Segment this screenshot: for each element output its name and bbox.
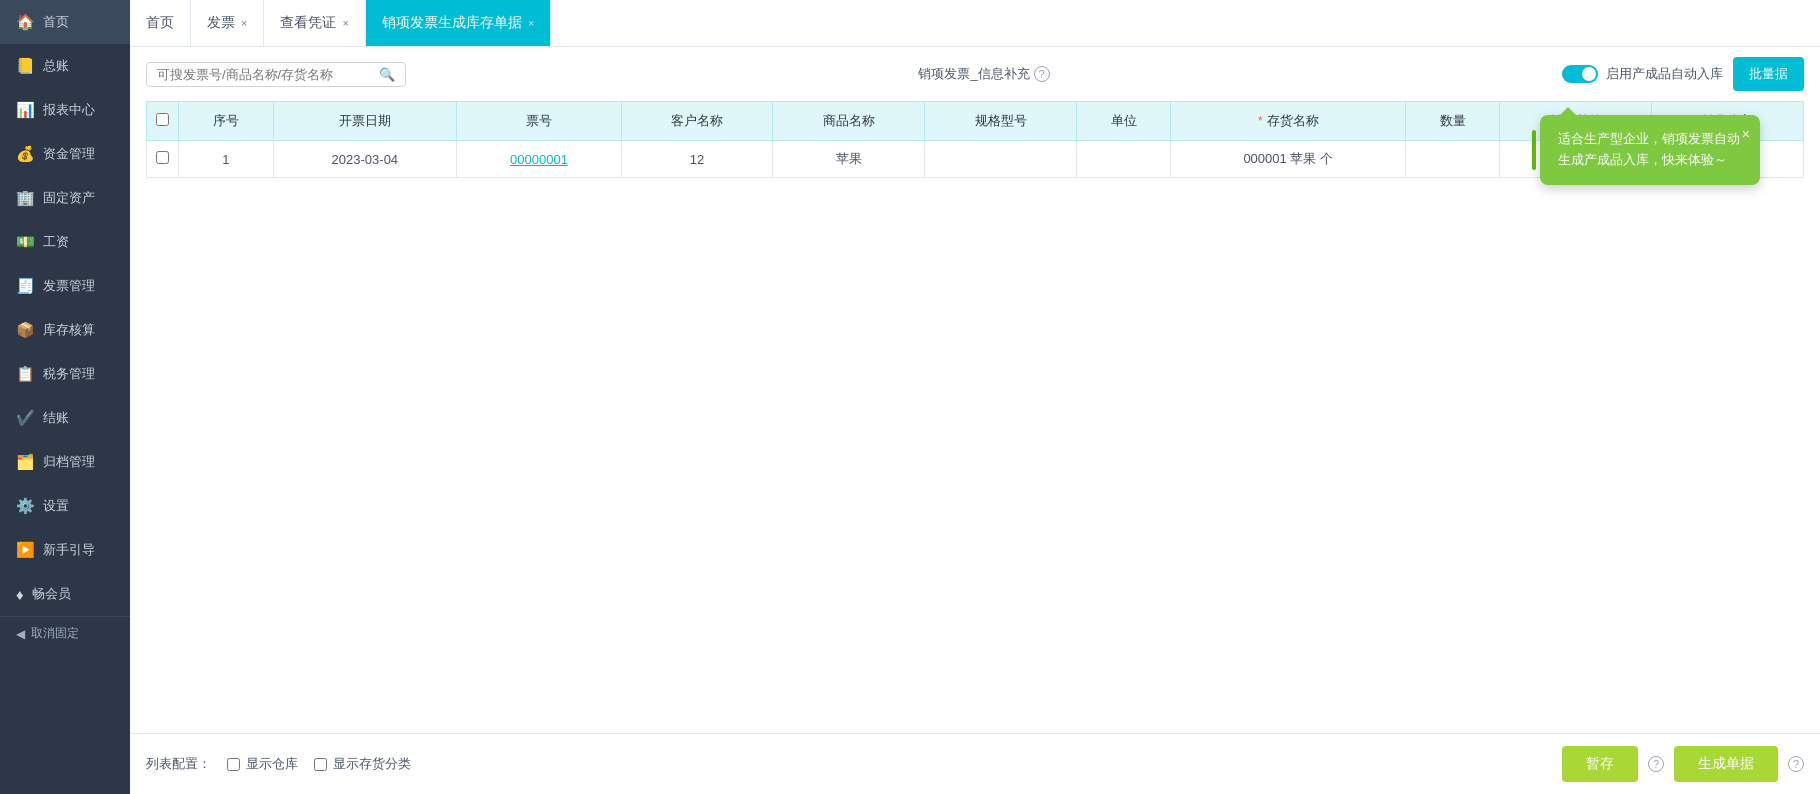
info-label: 销项发票_信息补充 ? xyxy=(416,65,1552,83)
invoice-icon: 🧾 xyxy=(16,277,35,295)
sidebar-item-funds[interactable]: 💰 资金管理 xyxy=(0,132,130,176)
guide-icon: ▶️ xyxy=(16,541,35,559)
row-customer: 12 xyxy=(621,141,773,178)
tab-home[interactable]: 首页 xyxy=(130,0,191,46)
row-quantity xyxy=(1405,141,1500,178)
footer-actions: 暂存 ? 生成单据 ? xyxy=(1562,746,1804,782)
header-invoice-no: 票号 xyxy=(457,102,622,141)
show-inventory-category-checkbox-group[interactable]: 显示存货分类 xyxy=(314,755,411,773)
tab-view-voucher-close[interactable]: × xyxy=(342,17,348,29)
tooltip-text: 适合生产型企业，销项发票自动生成产成品入库，快来体验～ xyxy=(1558,131,1740,167)
header-quantity: 数量 xyxy=(1405,102,1500,141)
sidebar-item-tax[interactable]: 📋 税务管理 xyxy=(0,352,130,396)
info-help-icon[interactable]: ? xyxy=(1034,66,1050,82)
tab-invoice[interactable]: 发票 × xyxy=(191,0,264,46)
tooltip-popup: × 适合生产型企业，销项发票自动生成产成品入库，快来体验～ xyxy=(1540,115,1760,185)
tab-view-voucher[interactable]: 查看凭证 × xyxy=(264,0,365,46)
save-help-icon[interactable]: ? xyxy=(1648,756,1664,772)
toolbar: 🔍 销项发票_信息补充 ? 启用产成品自动入库 批量据 xyxy=(130,47,1820,101)
sidebar-item-invoice-mgmt[interactable]: 🧾 发票管理 xyxy=(0,264,130,308)
row-unit xyxy=(1076,141,1171,178)
tab-cancel-invoice-close[interactable]: × xyxy=(528,17,534,29)
settings-icon: ⚙️ xyxy=(16,497,35,515)
archive-icon: 🗂️ xyxy=(16,453,35,471)
funds-icon: 💰 xyxy=(16,145,35,163)
sidebar-item-vip[interactable]: ♦ 畅会员 xyxy=(0,572,130,616)
batch-button[interactable]: 批量据 xyxy=(1733,57,1804,91)
row-invoice-no[interactable]: 00000001 xyxy=(457,141,622,178)
header-unit: 单位 xyxy=(1076,102,1171,141)
footer: 列表配置： 显示仓库 显示存货分类 暂存 ? 生成单据 ? xyxy=(130,733,1820,794)
sidebar-item-inventory[interactable]: 📦 库存核算 xyxy=(0,308,130,352)
sidebar-item-archive[interactable]: 🗂️ 归档管理 xyxy=(0,440,130,484)
row-inventory: 000001 苹果 个 xyxy=(1171,141,1405,178)
row-checkbox-cell[interactable] xyxy=(147,141,179,178)
search-icon: 🔍 xyxy=(379,67,395,82)
sidebar: 🏠 首页 📒 总账 📊 报表中心 💰 资金管理 🏢 固定资产 💵 工资 🧾 发票… xyxy=(0,0,130,794)
list-config-label: 列表配置： xyxy=(146,755,211,773)
table-wrapper: 序号 开票日期 票号 客户名称 商品名称 规格型号 单位 * 存货名称 数量 销… xyxy=(130,101,1820,733)
unpin-button[interactable]: ◀ 取消固定 xyxy=(0,616,130,650)
home-icon: 🏠 xyxy=(16,13,35,31)
row-seq: 1 xyxy=(179,141,274,178)
generate-button[interactable]: 生成单据 xyxy=(1674,746,1778,782)
sidebar-item-payroll[interactable]: 💵 工资 xyxy=(0,220,130,264)
show-warehouse-checkbox[interactable] xyxy=(227,758,240,771)
row-date: 2023-03-04 xyxy=(273,141,457,178)
search-input[interactable] xyxy=(157,67,373,82)
sidebar-item-fixed-assets[interactable]: 🏢 固定资产 xyxy=(0,176,130,220)
header-date: 开票日期 xyxy=(273,102,457,141)
pin-icon: ◀ xyxy=(16,627,25,641)
payroll-icon: 💵 xyxy=(16,233,35,251)
tab-bar: 首页 发票 × 查看凭证 × 销项发票生成库存单据 × xyxy=(130,0,1820,47)
show-warehouse-checkbox-group[interactable]: 显示仓库 xyxy=(227,755,298,773)
tooltip-close-button[interactable]: × xyxy=(1742,123,1750,145)
tooltip-indicator xyxy=(1532,130,1536,170)
toggle-label: 启用产成品自动入库 xyxy=(1606,65,1723,83)
show-inventory-category-checkbox[interactable] xyxy=(314,758,327,771)
vip-icon: ♦ xyxy=(16,586,24,603)
row-product: 苹果 xyxy=(773,141,925,178)
row-spec xyxy=(925,141,1077,178)
sidebar-item-settings[interactable]: ⚙️ 设置 xyxy=(0,484,130,528)
sidebar-item-settlement[interactable]: ✔️ 结账 xyxy=(0,396,130,440)
header-seq: 序号 xyxy=(179,102,274,141)
sidebar-item-reports[interactable]: 📊 报表中心 xyxy=(0,88,130,132)
header-checkbox-col[interactable] xyxy=(147,102,179,141)
settlement-icon: ✔️ xyxy=(16,409,35,427)
sidebar-item-guide[interactable]: ▶️ 新手引导 xyxy=(0,528,130,572)
generate-help-icon[interactable]: ? xyxy=(1788,756,1804,772)
header-customer: 客户名称 xyxy=(621,102,773,141)
tax-icon: 📋 xyxy=(16,365,35,383)
assets-icon: 🏢 xyxy=(16,189,35,207)
tab-cancel-invoice[interactable]: 销项发票生成库存单据 × xyxy=(366,0,551,46)
search-box[interactable]: 🔍 xyxy=(146,62,406,87)
row-checkbox[interactable] xyxy=(156,151,169,164)
tab-invoice-close[interactable]: × xyxy=(241,17,247,29)
header-inventory: * 存货名称 xyxy=(1171,102,1405,141)
header-product: 商品名称 xyxy=(773,102,925,141)
save-button[interactable]: 暂存 xyxy=(1562,746,1638,782)
inventory-icon: 📦 xyxy=(16,321,35,339)
sidebar-item-general-ledger[interactable]: 📒 总账 xyxy=(0,44,130,88)
toggle-area: 启用产成品自动入库 xyxy=(1562,65,1723,83)
auto-warehousing-toggle[interactable] xyxy=(1562,65,1598,83)
sidebar-item-home[interactable]: 🏠 首页 xyxy=(0,0,130,44)
ledger-icon: 📒 xyxy=(16,57,35,75)
select-all-checkbox[interactable] xyxy=(156,113,169,126)
reports-icon: 📊 xyxy=(16,101,35,119)
header-spec: 规格型号 xyxy=(925,102,1077,141)
